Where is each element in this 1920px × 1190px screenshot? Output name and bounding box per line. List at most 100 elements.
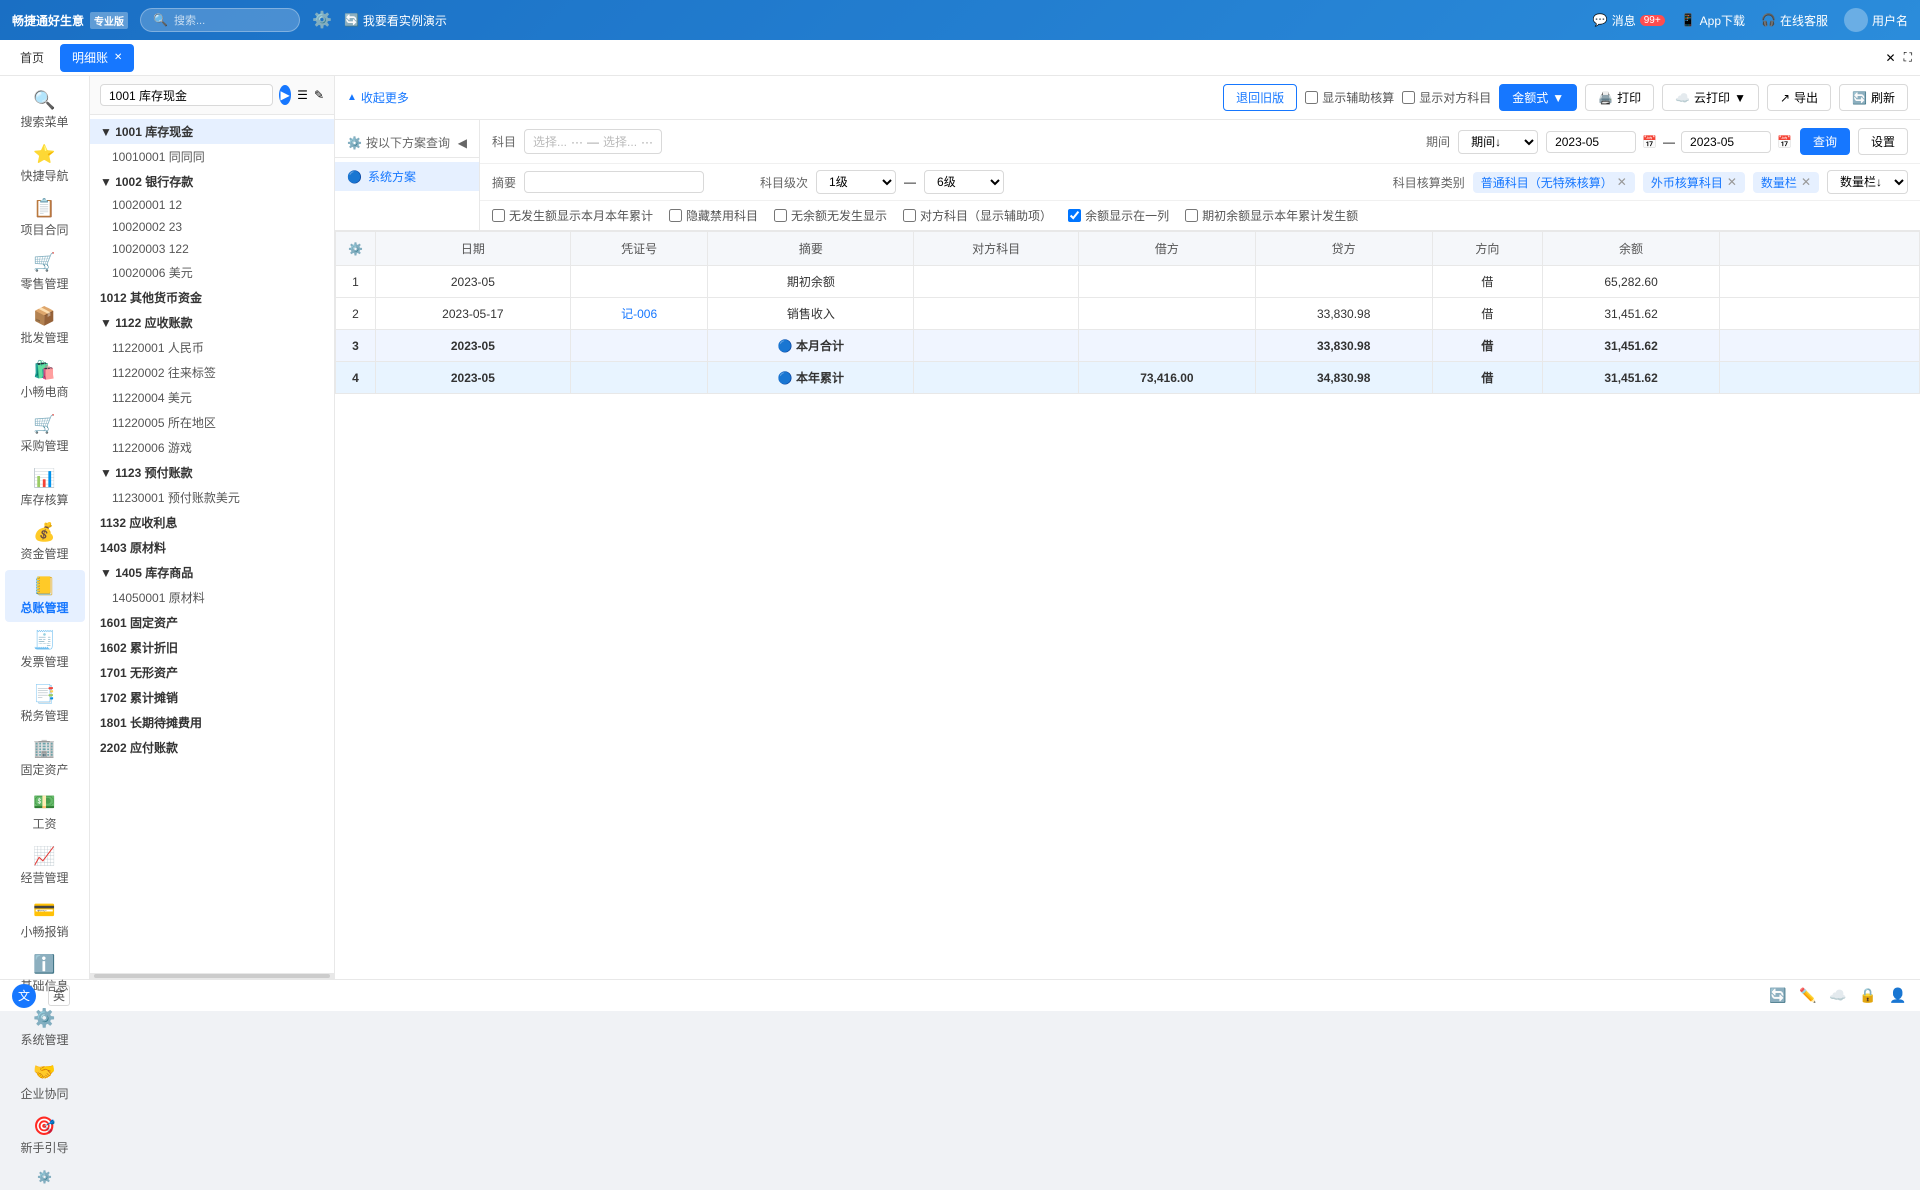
tab-home[interactable]: 首页 bbox=[8, 44, 56, 72]
export-btn[interactable]: ↗ 导出 bbox=[1767, 84, 1831, 111]
sidebar-item-tax[interactable]: 📑 税务管理 bbox=[5, 678, 85, 730]
level-start-select[interactable]: 1级 bbox=[816, 170, 896, 194]
sidebar-item-invoice[interactable]: 🧾 发票管理 bbox=[5, 624, 85, 676]
tree-item-1701[interactable]: 1701 无形资产 bbox=[90, 660, 334, 685]
tree-item-1012[interactable]: 1012 其他货币资金 bbox=[90, 285, 334, 310]
message-btn[interactable]: 💬 消息 99+ bbox=[1593, 12, 1665, 29]
tree-item-1132[interactable]: 1132 应收利息 bbox=[90, 510, 334, 535]
show-opposite-checkbox[interactable]: 显示对方科目 bbox=[1402, 89, 1491, 106]
cb-no-balance[interactable]: 无发生额显示本月本年累计 bbox=[492, 207, 653, 224]
sidebar-item-search[interactable]: 🔍 搜索菜单 bbox=[5, 84, 85, 136]
account-nav-button[interactable]: ▶ bbox=[279, 85, 291, 105]
bottom-translate-btn[interactable]: 文 bbox=[12, 984, 36, 1008]
tag-foreign-remove[interactable]: ✕ bbox=[1727, 175, 1737, 189]
tree-item-10020003[interactable]: 10020003 122 bbox=[90, 238, 334, 260]
subject-select[interactable]: 选择... ··· — 选择... ··· bbox=[524, 129, 662, 154]
level-end-select[interactable]: 6级 bbox=[924, 170, 1004, 194]
tree-item-1122[interactable]: ▼ 1122 应收账款 bbox=[90, 310, 334, 335]
tree-item-14050001[interactable]: 14050001 原材料 bbox=[90, 585, 334, 610]
show-aux-checkbox[interactable]: 显示辅助核算 bbox=[1305, 89, 1394, 106]
tree-item-11220005[interactable]: 11220005 所在地区 bbox=[90, 410, 334, 435]
query-btn[interactable]: 查询 bbox=[1800, 128, 1850, 155]
bottom-refresh-icon[interactable]: 🔄 bbox=[1768, 986, 1788, 1006]
sidebar-item-sysmanage[interactable]: ⚙️ 系统管理 bbox=[5, 1002, 85, 1054]
tree-item-10020006[interactable]: 10020006 美元 bbox=[90, 260, 334, 285]
user-menu[interactable]: 用户名 bbox=[1844, 8, 1908, 32]
tree-item-1602[interactable]: 1602 累计折旧 bbox=[90, 635, 334, 660]
period-start-input[interactable] bbox=[1546, 131, 1636, 153]
amount-format-btn[interactable]: 金额式 ▼ bbox=[1499, 84, 1577, 111]
sidebar-item-operations[interactable]: 📈 经营管理 bbox=[5, 840, 85, 892]
sidebar-item-ecommerce[interactable]: 🛍️ 小畅电商 bbox=[5, 354, 85, 406]
tree-item-11220002[interactable]: 11220002 往来标签 bbox=[90, 360, 334, 385]
tag-quantity[interactable]: 数量栏 ✕ bbox=[1753, 172, 1819, 193]
summary-input[interactable] bbox=[524, 171, 704, 193]
cb-opening-input[interactable] bbox=[1185, 209, 1198, 222]
tree-item-10020001[interactable]: 10020001 12 bbox=[90, 194, 334, 216]
period-end-input[interactable] bbox=[1681, 131, 1771, 153]
tree-item-11220004[interactable]: 11220004 美元 bbox=[90, 385, 334, 410]
tree-item-10020002[interactable]: 10020002 23 bbox=[90, 216, 334, 238]
sidebar-item-purchase[interactable]: 🛒 采购管理 bbox=[5, 408, 85, 460]
bottom-lock-icon[interactable]: 🔒 bbox=[1858, 986, 1878, 1006]
tree-item-10010001[interactable]: 10010001 同同同 bbox=[90, 144, 334, 169]
tag-normal-remove[interactable]: ✕ bbox=[1617, 175, 1627, 189]
sidebar-item-retail[interactable]: 🛒 零售管理 bbox=[5, 246, 85, 298]
cb-balance-col[interactable]: 余额显示在一列 bbox=[1068, 207, 1169, 224]
cb-hide-disabled[interactable]: 隐藏禁用科目 bbox=[669, 207, 758, 224]
refresh-btn[interactable]: 🔄 刷新 bbox=[1839, 84, 1908, 111]
col-settings[interactable]: ⚙️ bbox=[336, 232, 376, 266]
account-header-icon2[interactable]: ✎ bbox=[314, 88, 324, 102]
close-all-icon[interactable]: ✕ bbox=[1886, 51, 1896, 65]
tree-item-1702[interactable]: 1702 累计摊销 bbox=[90, 685, 334, 710]
tree-item-11220006[interactable]: 11220006 游戏 bbox=[90, 435, 334, 460]
quantity-select[interactable]: 数量栏↓ bbox=[1827, 170, 1908, 194]
tree-item-1001[interactable]: ▼ 1001 库存现金 bbox=[90, 119, 334, 144]
period-type-select[interactable]: 期间↓ bbox=[1458, 130, 1538, 154]
tree-item-1002[interactable]: ▼ 1002 银行存款 bbox=[90, 169, 334, 194]
cb-opposite-input[interactable] bbox=[903, 209, 916, 222]
tab-ledger[interactable]: 明细账 ✕ bbox=[60, 44, 134, 72]
bottom-cloud-icon[interactable]: ☁️ bbox=[1828, 986, 1848, 1006]
tree-item-2202[interactable]: 2202 应付账款 bbox=[90, 735, 334, 760]
sidebar-settings[interactable]: ⚙️ bbox=[5, 1164, 85, 1190]
collapse-more-btn[interactable]: ▲ 收起更多 bbox=[347, 89, 409, 106]
tree-item-1601[interactable]: 1601 固定资产 bbox=[90, 610, 334, 635]
cb-no-balance2-input[interactable] bbox=[774, 209, 787, 222]
print-btn[interactable]: 🖨️ 打印 bbox=[1585, 84, 1654, 111]
cloud-print-btn[interactable]: ☁️ 云打印 ▼ bbox=[1662, 84, 1759, 111]
query-scheme-system[interactable]: 🔵 系统方案 bbox=[335, 162, 479, 191]
voucher-link[interactable]: 记-006 bbox=[621, 307, 657, 321]
tag-foreign-currency[interactable]: 外币核算科目 ✕ bbox=[1643, 172, 1745, 193]
sidebar-item-guide[interactable]: 🎯 新手引导 bbox=[5, 1110, 85, 1162]
bottom-user-icon[interactable]: 👤 bbox=[1888, 986, 1908, 1006]
sidebar-item-quicknav[interactable]: ⭐ 快捷导航 bbox=[5, 138, 85, 190]
cell-voucher[interactable]: 记-006 bbox=[570, 298, 708, 330]
cb-opening[interactable]: 期初余额显示本年累计发生额 bbox=[1185, 207, 1358, 224]
sidebar-item-salary[interactable]: 💵 工资 bbox=[5, 786, 85, 838]
tree-item-1123[interactable]: ▼ 1123 预付账款 bbox=[90, 460, 334, 485]
account-header-icon1[interactable]: ☰ bbox=[297, 88, 308, 102]
sidebar-item-capital[interactable]: 💰 资金管理 bbox=[5, 516, 85, 568]
sidebar-item-inventory[interactable]: 📊 库存核算 bbox=[5, 462, 85, 514]
cb-balance-col-input[interactable] bbox=[1068, 209, 1081, 222]
return-old-btn[interactable]: 退回旧版 bbox=[1223, 84, 1297, 111]
cb-no-balance-input[interactable] bbox=[492, 209, 505, 222]
sidebar-item-wholesale[interactable]: 📦 批发管理 bbox=[5, 300, 85, 352]
cb-opposite[interactable]: 对方科目（显示辅助项） bbox=[903, 207, 1052, 224]
show-aux-input[interactable] bbox=[1305, 91, 1318, 104]
tree-item-1405[interactable]: ▼ 1405 库存商品 bbox=[90, 560, 334, 585]
bottom-lang-label[interactable]: 英 bbox=[48, 985, 70, 1006]
bottom-edit-icon[interactable]: ✏️ bbox=[1798, 986, 1818, 1006]
expand-icon[interactable]: ⛶ bbox=[1904, 50, 1912, 65]
demo-link[interactable]: 🔄 我要看实例演示 bbox=[344, 12, 447, 29]
tag-normal-subject[interactable]: 普通科目（无特殊核算） ✕ bbox=[1473, 172, 1635, 193]
cb-no-balance2[interactable]: 无余额无发生显示 bbox=[774, 207, 887, 224]
sidebar-item-ledger[interactable]: 📒 总账管理 bbox=[5, 570, 85, 622]
tree-item-1801[interactable]: 1801 长期待摊费用 bbox=[90, 710, 334, 735]
settings-btn[interactable]: 设置 bbox=[1858, 128, 1908, 155]
tree-item-11230001[interactable]: 11230001 预付账款美元 bbox=[90, 485, 334, 510]
sidebar-item-assets[interactable]: 🏢 固定资产 bbox=[5, 732, 85, 784]
tag-quantity-remove[interactable]: ✕ bbox=[1801, 175, 1811, 189]
online-service-btn[interactable]: 🎧 在线客服 bbox=[1761, 12, 1828, 29]
